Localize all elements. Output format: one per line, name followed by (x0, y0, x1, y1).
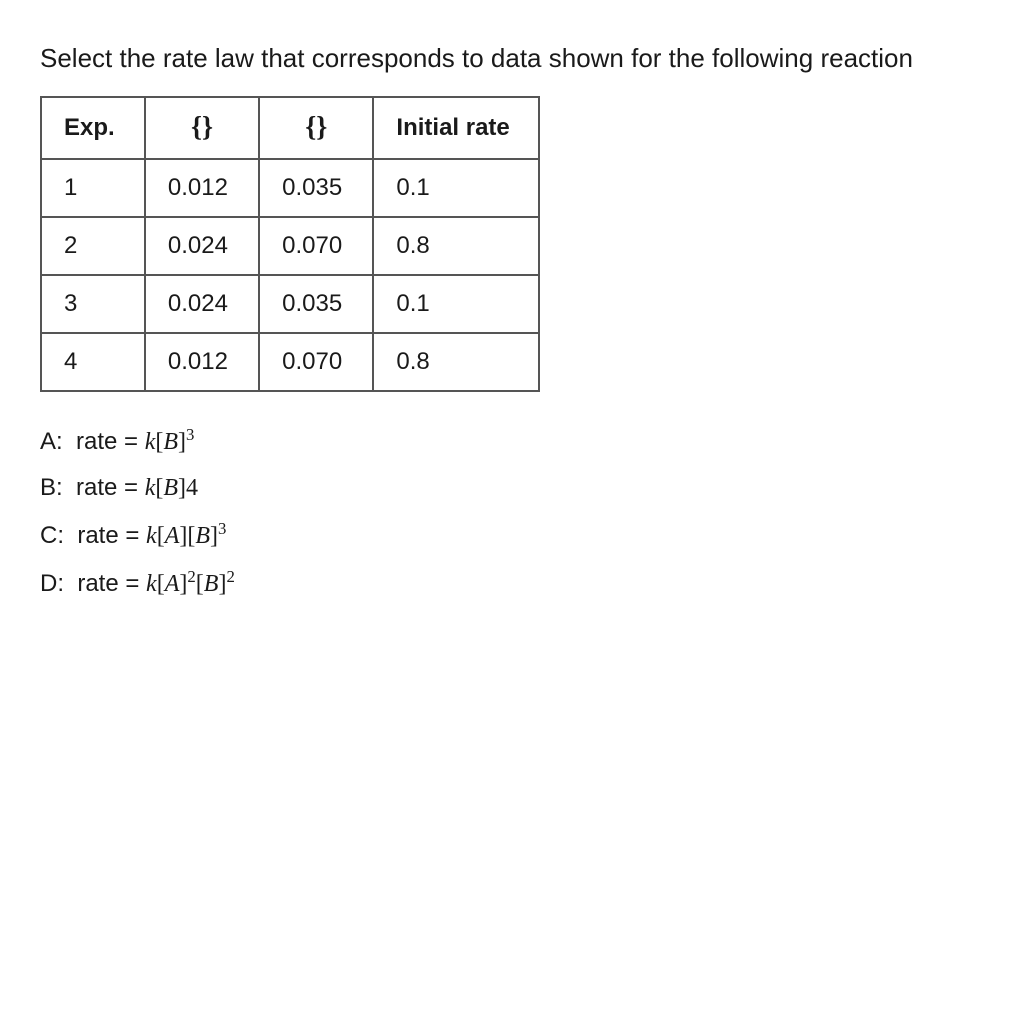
cell-col3-1: 0.035 (259, 159, 373, 217)
answer-b: B: rate = k[B]4 (40, 470, 984, 506)
cell-col4-4: 0.8 (373, 333, 539, 391)
answer-d-math: k[A]2[B]2 (146, 571, 235, 597)
cell-col2-4: 0.012 (145, 333, 259, 391)
cell-exp-3: 3 (41, 275, 145, 333)
header-col2: {} (145, 97, 259, 159)
data-table: Exp. {} {} Initial rate 1 0.012 0.035 0.… (40, 96, 540, 392)
cell-col2-3: 0.024 (145, 275, 259, 333)
cell-col4-1: 0.1 (373, 159, 539, 217)
cell-col2-1: 0.012 (145, 159, 259, 217)
answer-a-math: k[B]3 (145, 429, 195, 455)
table-row: 4 0.012 0.070 0.8 (41, 333, 539, 391)
table-row: 1 0.012 0.035 0.1 (41, 159, 539, 217)
answer-c: C: rate = k[A][B]3 (40, 516, 984, 554)
answers-section: A: rate = k[B]3 B: rate = k[B]4 C: rate … (40, 422, 984, 602)
answer-c-label: C: rate = (40, 522, 146, 549)
header-exp: Exp. (41, 97, 145, 159)
cell-col4-3: 0.1 (373, 275, 539, 333)
cell-col3-3: 0.035 (259, 275, 373, 333)
question-text: Select the rate law that corresponds to … (40, 40, 984, 78)
cell-col4-2: 0.8 (373, 217, 539, 275)
cell-exp-2: 2 (41, 217, 145, 275)
answer-a: A: rate = k[B]3 (40, 422, 984, 460)
cell-exp-1: 1 (41, 159, 145, 217)
answer-b-label: B: rate = (40, 474, 145, 501)
answer-a-label: A: rate = (40, 428, 145, 455)
header-col3: {} (259, 97, 373, 159)
cell-exp-4: 4 (41, 333, 145, 391)
table-row: 3 0.024 0.035 0.1 (41, 275, 539, 333)
cell-col3-4: 0.070 (259, 333, 373, 391)
header-initial-rate: Initial rate (373, 97, 539, 159)
table-row: 2 0.024 0.070 0.8 (41, 217, 539, 275)
answer-c-math: k[A][B]3 (146, 523, 226, 549)
cell-col2-2: 0.024 (145, 217, 259, 275)
answer-b-math: k[B]4 (145, 475, 198, 501)
answer-d: D: rate = k[A]2[B]2 (40, 564, 984, 602)
cell-col3-2: 0.070 (259, 217, 373, 275)
answer-d-label: D: rate = (40, 570, 146, 597)
